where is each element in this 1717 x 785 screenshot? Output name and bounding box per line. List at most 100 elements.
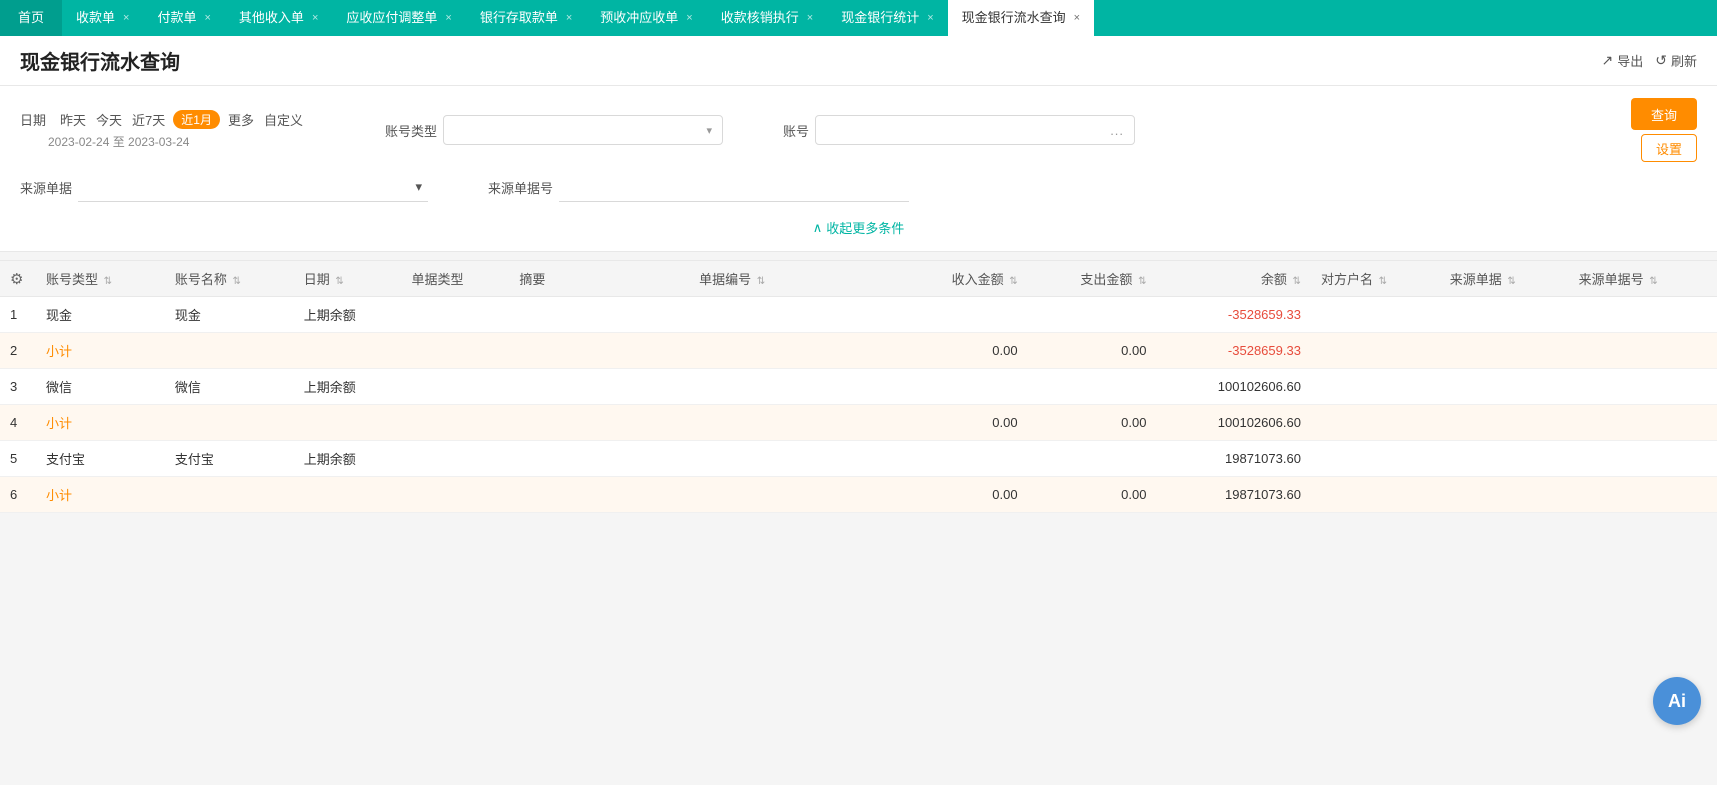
shortcut-yesterday[interactable]: 昨天 [58,110,88,129]
account-type-filter: 账号类型 ▾ [385,115,723,145]
cell-source-doc-no [1569,369,1717,405]
source-doc-filter: 来源单据 ▾ [20,172,428,202]
account-type-select[interactable]: ▾ [443,115,723,145]
col-expense-label: 支出金额 [1080,272,1132,287]
cell-account-type: 小计 [36,405,165,441]
cell-account-type: 小计 [36,333,165,369]
cell-expense: 0.00 [1028,477,1157,513]
nav-tab-fukuan[interactable]: 付款单 × [143,0,224,36]
col-income: 收入金额 ⇅ [899,261,1028,297]
nav-home[interactable]: 首页 [0,0,62,36]
cell-source-doc-no [1569,333,1717,369]
row-num: 2 [0,333,36,369]
col-doc-no-label: 单据编号 [699,272,751,287]
nav-tab-yushou[interactable]: 预收冲应收单 × [586,0,706,36]
cell-income [899,369,1028,405]
shortcut-1month[interactable]: 近1月 [173,110,220,129]
nav-tab-cunqu[interactable]: 银行存取款单 × [466,0,586,36]
refresh-button[interactable]: ↺ 刷新 [1655,51,1697,70]
source-doc-no-input[interactable] [559,172,909,202]
cell-source-doc [1440,405,1569,441]
source-doc-no-label: 来源单据号 [488,178,553,197]
date-range-display: 2023-02-24 至 2023-03-24 [48,133,189,150]
nav-tab-liushui[interactable]: 现金银行流水查询 × [948,0,1094,36]
shortcut-custom[interactable]: 自定义 [262,110,305,129]
row-num: 1 [0,297,36,333]
close-icon[interactable]: × [807,0,813,36]
close-icon[interactable]: × [686,0,692,36]
cell-account-type: 微信 [36,369,165,405]
close-icon[interactable]: × [1074,0,1080,36]
sort-icon[interactable]: ⇅ [335,276,343,287]
close-icon[interactable]: × [445,0,451,36]
nav-tab-tiaozhendan[interactable]: 应收应付调整单 × [332,0,465,36]
cell-source-doc-no [1569,477,1717,513]
gear-icon[interactable]: ⚙ [10,271,23,288]
collapse-filter-button[interactable]: ∧ 收起更多条件 [20,212,1697,243]
cell-doc-type [402,297,510,333]
nav-tab-qita[interactable]: 其他收入单 × [225,0,332,36]
settings-column-header: ⚙ [0,261,36,297]
sort-icon[interactable]: ⇅ [232,276,240,287]
close-icon[interactable]: × [312,0,318,36]
more-icon[interactable]: ... [1110,123,1124,138]
nav-tab-tongji[interactable]: 现金银行统计 × [827,0,947,36]
page-header: 现金银行流水查询 ↗ 导出 ↺ 刷新 [0,36,1717,86]
col-account-name-label: 账号名称 [175,272,227,287]
cell-source-doc [1440,297,1569,333]
cell-income [899,441,1028,477]
query-button[interactable]: 查询 [1631,98,1697,130]
shortcut-more[interactable]: 更多 [226,110,256,129]
close-icon[interactable]: × [927,0,933,36]
cell-doc-type [402,405,510,441]
settings-button[interactable]: 设置 [1641,134,1697,162]
sort-icon[interactable]: ⇅ [1379,276,1387,287]
ai-assistant-button[interactable]: Ai [1653,677,1701,725]
filter-row-2: 来源单据 ▾ 来源单据号 [20,172,1697,202]
cell-date [294,477,402,513]
cell-doc-no [689,333,899,369]
refresh-icon: ↺ [1655,52,1667,69]
cell-date: 上期余额 [294,297,402,333]
cell-income: 0.00 [899,405,1028,441]
nav-tab-shoudan[interactable]: 收款单 × [62,0,143,36]
sort-icon[interactable]: ⇅ [757,276,765,287]
sort-icon[interactable]: ⇅ [1649,276,1657,287]
close-icon[interactable]: × [566,0,572,36]
sort-icon[interactable]: ⇅ [104,276,112,287]
cell-doc-type [402,441,510,477]
table-header-row: ⚙ 账号类型 ⇅ 账号名称 ⇅ 日期 ⇅ 单据类型 摘要 [0,261,1717,297]
export-icon: ↗ [1602,52,1614,69]
cell-expense [1028,369,1157,405]
col-source-doc-label: 来源单据 [1450,272,1502,287]
close-icon[interactable]: × [123,0,129,36]
cell-date: 上期余额 [294,441,402,477]
sort-icon[interactable]: ⇅ [1138,276,1146,287]
shortcut-today[interactable]: 今天 [94,110,124,129]
chevron-down-icon: ▾ [706,124,712,137]
date-label: 日期 [20,110,46,129]
cell-expense [1028,297,1157,333]
export-button[interactable]: ↗ 导出 [1602,51,1644,70]
sort-icon[interactable]: ⇅ [1009,276,1017,287]
cell-summary [509,477,689,513]
source-doc-select[interactable]: ▾ [78,172,428,202]
cell-source-doc [1440,333,1569,369]
cell-doc-no [689,369,899,405]
cell-doc-no [689,441,899,477]
cell-expense: 0.00 [1028,333,1157,369]
sort-icon[interactable]: ⇅ [1293,276,1301,287]
cell-counterpart [1311,477,1440,513]
sort-icon[interactable]: ⇅ [1507,276,1515,287]
shortcut-7days[interactable]: 近7天 [130,110,167,129]
col-source-doc-no-label: 来源单据号 [1579,272,1644,287]
cell-doc-no [689,477,899,513]
cell-counterpart [1311,333,1440,369]
cell-balance: 19871073.60 [1156,477,1310,513]
col-balance-label: 余额 [1261,272,1287,287]
account-input[interactable]: ... [815,115,1135,145]
nav-tab-hexiao[interactable]: 收款核销执行 × [707,0,827,36]
close-icon[interactable]: × [204,0,210,36]
header-actions: ↗ 导出 ↺ 刷新 [1602,51,1698,70]
cell-summary [509,297,689,333]
